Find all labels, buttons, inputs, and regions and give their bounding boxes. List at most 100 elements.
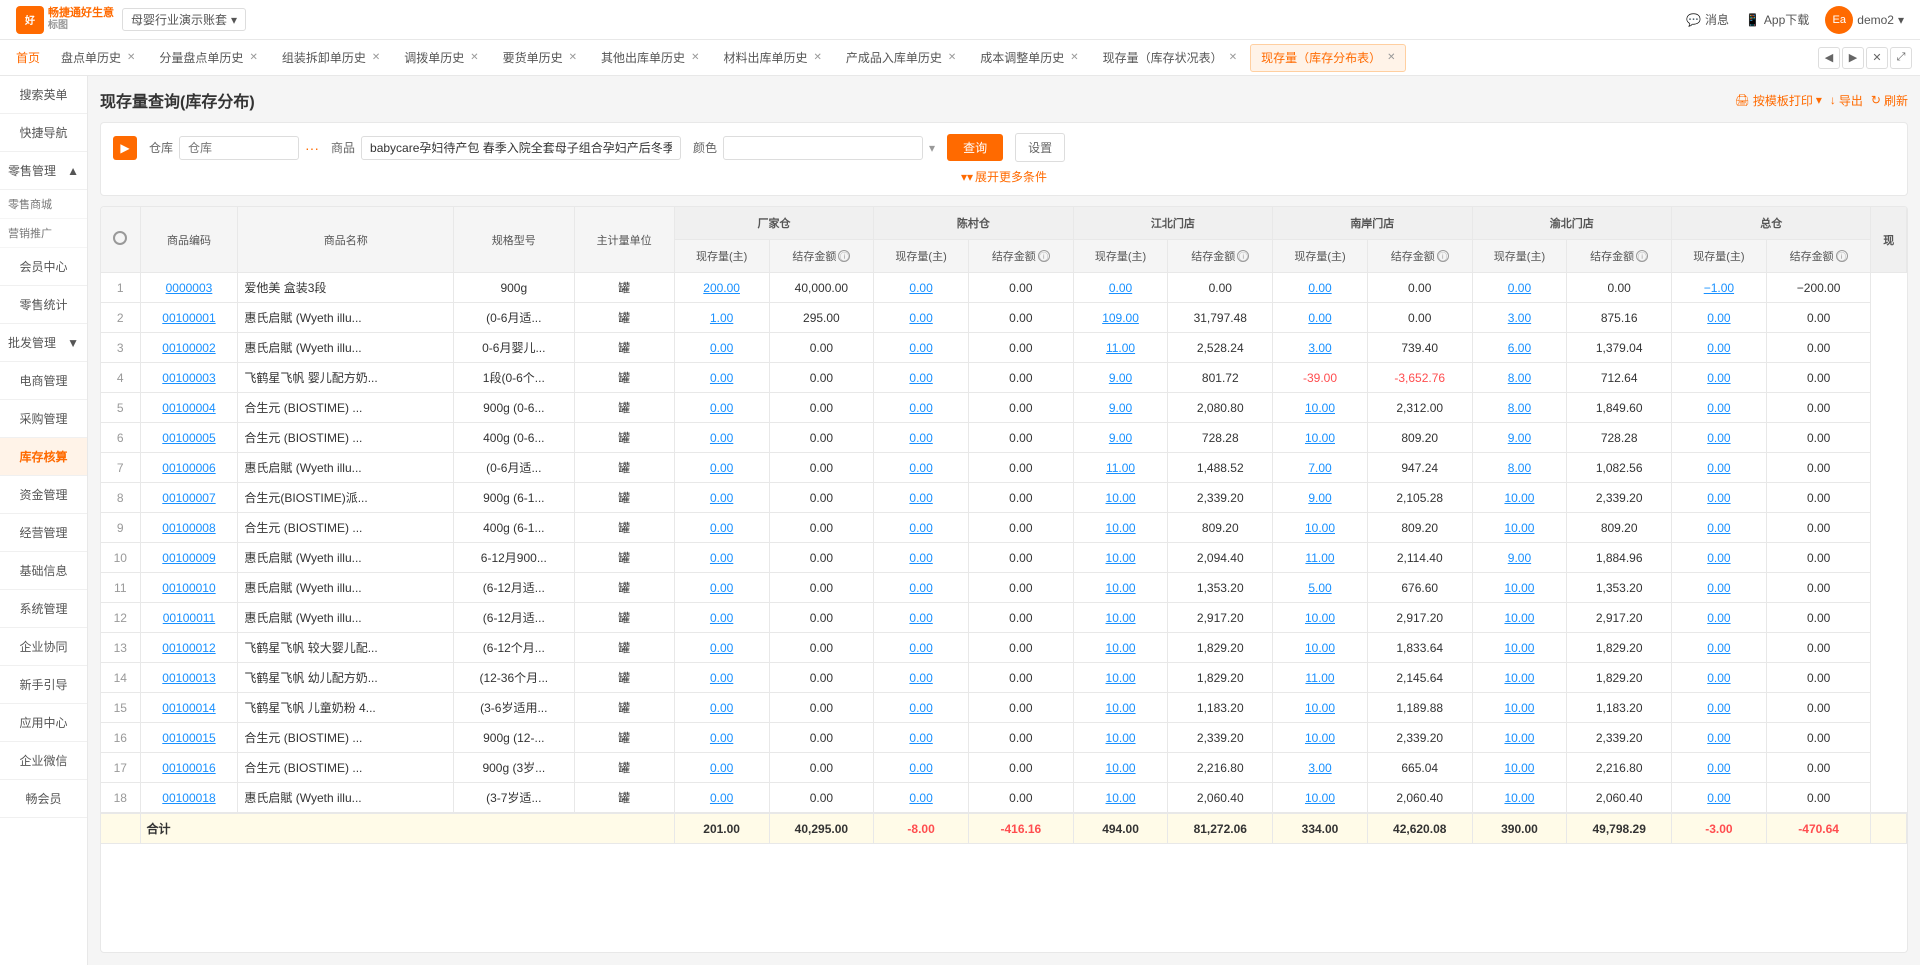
export-btn[interactable]: ↓ 导出 [1830,92,1863,109]
close-icon[interactable]: ✕ [813,52,821,63]
sidebar-item-wholesale[interactable]: 批发管理▼ [0,324,87,362]
close-icon[interactable]: ✕ [569,52,577,63]
sidebar-item-app-center[interactable]: 应用中心 [0,704,87,742]
row-unit: 罐 [574,513,674,543]
chevron-icon: ▲ [67,164,79,178]
print-btn[interactable]: 🖨 按模板打印 ▾ [1735,92,1822,109]
sidebar-item-operations[interactable]: 经营管理 [0,514,87,552]
goods-input[interactable] [361,136,681,160]
nav-tab-1[interactable]: 分量盘点单历史✕ [148,44,268,72]
info-icon-3[interactable]: ⓘ [1237,250,1249,262]
sidebar-item-member[interactable]: 会员中心 [0,248,87,286]
color-input[interactable] [723,136,923,160]
row-nanan-amt: 2,339.20 [1367,723,1472,753]
settings-button[interactable]: 设置 [1015,133,1065,162]
sidebar-item-quick-nav[interactable]: 快捷导航 [0,114,87,152]
expand-arrow-btn[interactable]: ▶ [113,136,137,160]
nav-expand[interactable]: ⤢ [1890,47,1912,69]
sidebar-item-retail-mgmt[interactable]: 零售管理▲ [0,152,87,190]
expand-more-btn[interactable]: ▾▾ 展开更多条件 [961,168,1047,185]
row-total-amt: 0.00 [1766,753,1871,783]
warehouse-input[interactable] [179,136,299,160]
close-icon[interactable]: ✕ [1070,52,1078,63]
sidebar-item-ecommerce[interactable]: 电商管理 [0,362,87,400]
app-download-btn[interactable]: 📱 App下载 [1745,11,1809,28]
row-index: 16 [101,723,140,753]
row-yubei-qty: 9.00 [1472,423,1567,453]
search-button[interactable]: 查询 [947,134,1003,161]
sidebar-item-wecom[interactable]: 企业微信 [0,742,87,780]
info-icon-6[interactable]: ⓘ [1836,250,1848,262]
nav-tab-0[interactable]: 盘点单历史✕ [50,44,146,72]
sidebar-item-vip[interactable]: 畅会员 [0,780,87,818]
account-selector[interactable]: 母婴行业演示账套 ▾ [122,8,246,31]
row-yubei-qty: 10.00 [1472,693,1567,723]
nav-tab-9[interactable]: 现存量（库存状况表）✕ [1092,44,1248,72]
sidebar-item-basic-info[interactable]: 基础信息 [0,552,87,590]
close-icon[interactable]: ✕ [948,52,956,63]
sidebar-item-newbie[interactable]: 新手引导 [0,666,87,704]
close-icon[interactable]: ✕ [1229,52,1237,63]
info-icon-1[interactable]: ⓘ [838,250,850,262]
row-total-amt: 0.00 [1766,663,1871,693]
row-unit: 罐 [574,303,674,333]
info-icon-4[interactable]: ⓘ [1437,250,1449,262]
nav-tab-5[interactable]: 其他出库单历史✕ [590,44,710,72]
nav-tab-2[interactable]: 组装拆卸单历史✕ [271,44,391,72]
row-total-qty: 0.00 [1672,573,1767,603]
message-btn[interactable]: 💬 消息 [1686,11,1729,28]
row-total-amt: 0.00 [1766,633,1871,663]
expand-row: ▾▾ 展开更多条件 [113,168,1895,185]
row-factory-qty: 0.00 [674,753,769,783]
row-total-amt: 0.00 [1766,423,1871,453]
row-factory-qty: 0.00 [674,393,769,423]
nav-tab-8[interactable]: 成本调整单历史✕ [969,44,1089,72]
sidebar-item-search-hero[interactable]: 搜索英单 [0,76,87,114]
nav-tab-4[interactable]: 要货单历史✕ [492,44,588,72]
top-bar-left: 好 畅捷通好生意 标图 母婴行业演示账套 ▾ [16,6,246,34]
sidebar-item-marketing[interactable]: 营销推广 [0,219,87,248]
warehouse-dots[interactable]: ··· [305,140,319,156]
close-icon[interactable]: ✕ [1387,52,1395,63]
row-unit: 罐 [574,273,674,303]
sidebar-item-collab[interactable]: 企业协同 [0,628,87,666]
close-icon[interactable]: ✕ [470,52,478,63]
row-jiangbei-qty: 10.00 [1073,693,1168,723]
settings-icon[interactable] [113,231,127,245]
row-chencun-qty: 0.00 [874,363,969,393]
sidebar-item-purchase[interactable]: 采购管理 [0,400,87,438]
row-jiangbei-amt: 2,528.24 [1168,333,1273,363]
table-row: 1700100016合生元 (BIOSTIME) ...900g (3岁...罐… [101,753,1907,783]
sidebar-item-inventory[interactable]: 库存核算 [0,438,87,476]
user-area[interactable]: Ea demo2 ▾ [1825,6,1904,34]
col-now-header: 现 [1871,207,1907,273]
sidebar-item-finance[interactable]: 资金管理 [0,476,87,514]
close-icon[interactable]: ✕ [372,52,380,63]
refresh-btn[interactable]: ↻ 刷新 [1871,92,1908,109]
nav-tab-7[interactable]: 产成品入库单历史✕ [835,44,967,72]
row-total-qty: 0.00 [1672,633,1767,663]
nav-home[interactable]: 首页 [8,49,48,66]
nav-next-arrow[interactable]: ▶ [1842,47,1864,69]
info-icon-2[interactable]: ⓘ [1038,250,1050,262]
close-icon[interactable]: ✕ [691,52,699,63]
row-nanan-qty: 3.00 [1273,333,1368,363]
nav-prev-arrow[interactable]: ◀ [1818,47,1840,69]
close-icon[interactable]: ✕ [249,52,257,63]
row-chencun-qty: 0.00 [874,423,969,453]
nav-close-all[interactable]: ✕ [1866,47,1888,69]
row-index: 2 [101,303,140,333]
info-icon-5[interactable]: ⓘ [1636,250,1648,262]
nav-tab-3[interactable]: 调拨单历史✕ [393,44,489,72]
table-row: 700100006惠氏启賦 (Wyeth illu...(0-6月适...罐0.… [101,453,1907,483]
sidebar-item-retail-mall[interactable]: 零售商城 [0,190,87,219]
nav-tab-6[interactable]: 材料出库单历史✕ [712,44,832,72]
sidebar-item-retail-stats[interactable]: 零售统计 [0,286,87,324]
row-nanan-amt: 2,114.40 [1367,543,1472,573]
row-nanan-amt: 676.60 [1367,573,1472,603]
close-icon[interactable]: ✕ [127,52,135,63]
nav-tab-active[interactable]: 现存量（库存分布表）✕ [1250,44,1406,72]
sidebar-item-system[interactable]: 系统管理 [0,590,87,628]
page-header: 现存量查询(库存分布) 🖨 按模板打印 ▾ ↓ 导出 ↻ 刷新 [100,88,1908,112]
row-code: 00100004 [140,393,238,423]
